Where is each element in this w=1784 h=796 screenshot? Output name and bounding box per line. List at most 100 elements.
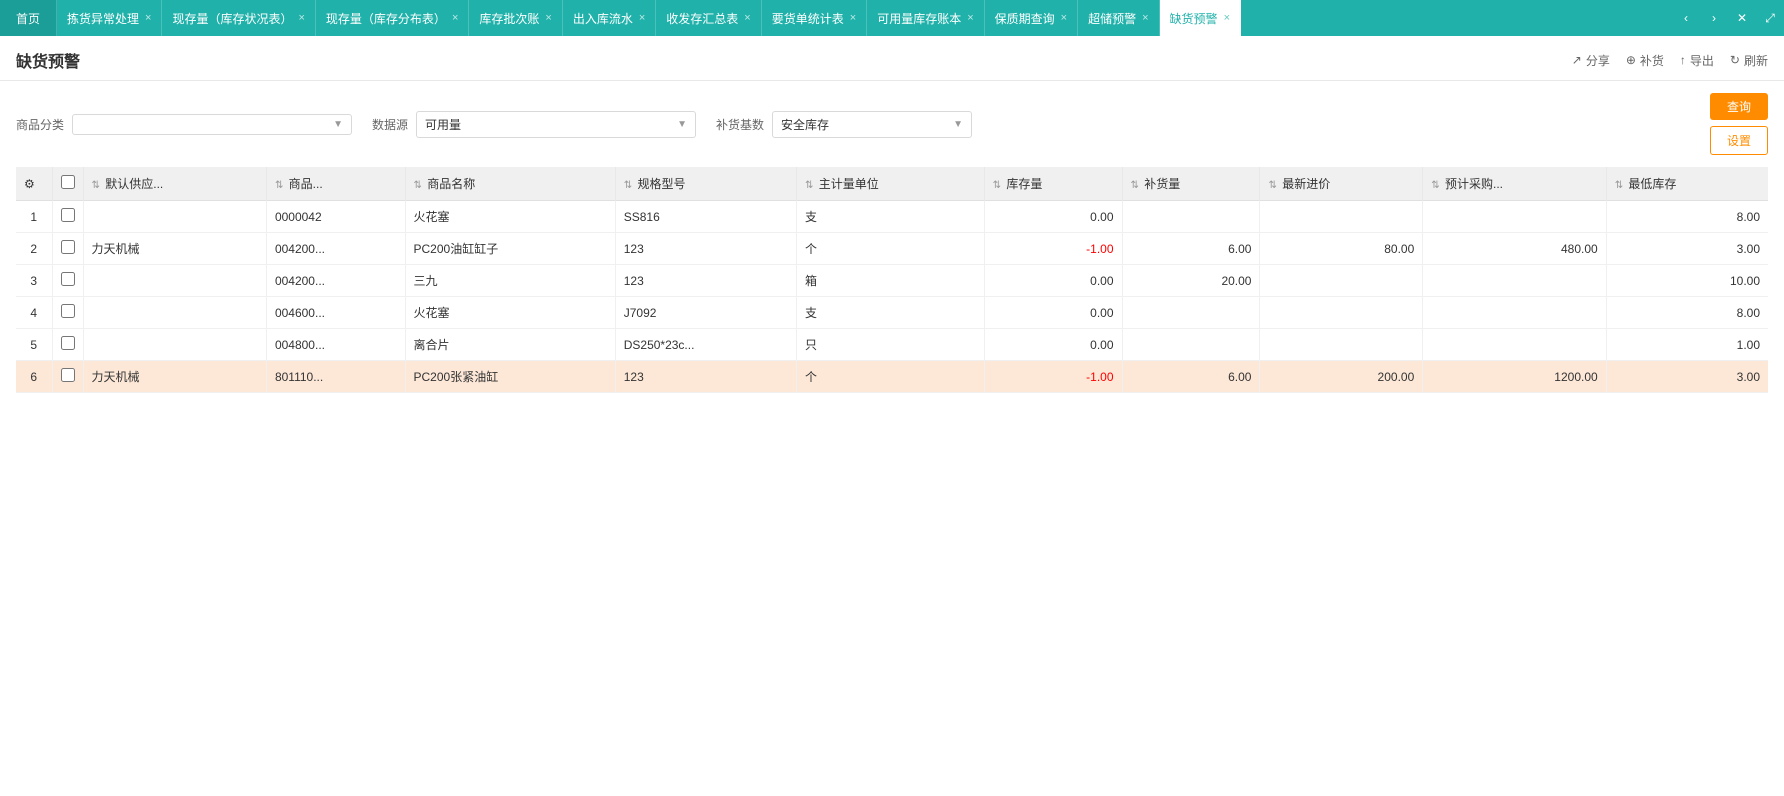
col-min-inventory[interactable]: ⇅ 最低库存 — [1606, 167, 1768, 201]
filter-category-select[interactable]: ▼ — [72, 114, 352, 135]
filter-category-arrow-icon: ▼ — [333, 119, 343, 130]
row-replenish-2: 20.00 — [1122, 265, 1260, 297]
replenish-button[interactable]: ⊕ 补货 — [1626, 52, 1664, 69]
row-price-0 — [1260, 201, 1423, 233]
filter-datasource-select[interactable]: 可用量 ▼ — [416, 111, 696, 138]
tab-expiry-query[interactable]: 保质期查询 × — [985, 0, 1078, 36]
tab-shortage-close[interactable]: × — [1224, 12, 1230, 24]
tab-exception[interactable]: 拣货异常处理 × — [57, 0, 162, 36]
col-inventory[interactable]: ⇅ 库存量 — [984, 167, 1122, 201]
tab-overstock[interactable]: 超储预警 × — [1078, 0, 1159, 36]
row-checkbox-5[interactable] — [52, 361, 83, 393]
table-container: ⚙ ⇅ 默认供应... ⇅ 商品... ⇅ 商品名称 — [0, 167, 1784, 393]
tab-exception-close[interactable]: × — [145, 12, 151, 24]
tab-inout-flow[interactable]: 出入库流水 × — [563, 0, 656, 36]
tab-maximize-btn[interactable]: ⤢ — [1756, 11, 1784, 26]
page-container: 缺货预警 ↗ 分享 ⊕ 补货 ↑ 导出 ↻ 刷新 商品分类 — [0, 36, 1784, 796]
select-all-checkbox[interactable] — [61, 175, 75, 189]
tab-exception-label: 拣货异常处理 — [67, 10, 139, 27]
tab-recv-summary-close[interactable]: × — [744, 12, 750, 24]
filter-datasource-arrow-icon: ▼ — [677, 119, 687, 130]
row-price-1: 80.00 — [1260, 233, 1423, 265]
tab-order-stats-close[interactable]: × — [850, 12, 856, 24]
col-unit-label: 主计量单位 — [819, 177, 879, 191]
tab-batch-account[interactable]: 库存批次账 × — [469, 0, 562, 36]
row-no-5: 6 — [16, 361, 52, 393]
col-spec[interactable]: ⇅ 规格型号 — [615, 167, 796, 201]
col-estimated-purchase[interactable]: ⇅ 预计采购... — [1423, 167, 1606, 201]
tab-prev-btn[interactable]: ‹ — [1672, 11, 1700, 25]
export-button[interactable]: ↑ 导出 — [1680, 52, 1714, 69]
filter-right-buttons: 查询 设置 — [1710, 93, 1768, 155]
row-replenish-4 — [1122, 329, 1260, 361]
col-product-name[interactable]: ⇅ 商品名称 — [405, 167, 615, 201]
query-button[interactable]: 查询 — [1710, 93, 1768, 120]
row-checkbox-3[interactable] — [52, 297, 83, 329]
col-product-code[interactable]: ⇅ 商品... — [266, 167, 405, 201]
col-unit[interactable]: ⇅ 主计量单位 — [797, 167, 985, 201]
tab-close-all-btn[interactable]: ✕ — [1728, 11, 1756, 25]
table-row: 4 004600... 火花塞 J7092 支 0.00 8.00 — [16, 297, 1768, 329]
tab-inout-flow-close[interactable]: × — [639, 12, 645, 24]
row-select-checkbox-1[interactable] — [61, 240, 75, 254]
row-inventory-2: 0.00 — [984, 265, 1122, 297]
row-unit-0: 支 — [797, 201, 985, 233]
col-gear[interactable]: ⚙ — [16, 167, 52, 201]
row-code-4: 004800... — [266, 329, 405, 361]
row-estimated-5: 1200.00 — [1423, 361, 1606, 393]
share-button[interactable]: ↗ 分享 — [1572, 52, 1610, 69]
data-table: ⚙ ⇅ 默认供应... ⇅ 商品... ⇅ 商品名称 — [16, 167, 1768, 393]
filter-replenish-basis-select[interactable]: 安全库存 ▼ — [772, 111, 972, 138]
row-price-5: 200.00 — [1260, 361, 1423, 393]
col-replenish-qty[interactable]: ⇅ 补货量 — [1122, 167, 1260, 201]
row-estimated-0 — [1423, 201, 1606, 233]
row-select-checkbox-0[interactable] — [61, 208, 75, 222]
table-row: 6 力天机械 801110... PC200张紧油缸 123 个 -1.00 6… — [16, 361, 1768, 393]
row-min-inventory-1: 3.00 — [1606, 233, 1768, 265]
filter-area: 商品分类 ▼ 数据源 可用量 ▼ 补货基数 安全库存 ▼ 查询 设置 — [0, 81, 1784, 167]
row-select-checkbox-3[interactable] — [61, 304, 75, 318]
row-code-2: 004200... — [266, 265, 405, 297]
table-row: 2 力天机械 004200... PC200油缸缸子 123 个 -1.00 6… — [16, 233, 1768, 265]
tab-batch-account-close[interactable]: × — [545, 12, 551, 24]
refresh-button[interactable]: ↻ 刷新 — [1730, 52, 1768, 69]
filter-replenish-basis-label: 补货基数 — [716, 116, 764, 133]
table-row: 1 0000042 火花塞 SS816 支 0.00 8.00 — [16, 201, 1768, 233]
tab-inventory-dist[interactable]: 现存量（库存分布表） × — [316, 0, 469, 36]
tab-available-ledger-close[interactable]: × — [967, 12, 973, 24]
tab-expiry-query-close[interactable]: × — [1061, 12, 1067, 24]
row-select-checkbox-4[interactable] — [61, 336, 75, 350]
tab-home[interactable]: 首页 — [0, 0, 57, 36]
tab-next-btn[interactable]: › — [1700, 11, 1728, 25]
filter-replenish-basis-value: 安全库存 — [781, 116, 829, 133]
row-checkbox-2[interactable] — [52, 265, 83, 297]
tab-order-stats[interactable]: 要货单统计表 × — [762, 0, 867, 36]
page-header: 缺货预警 ↗ 分享 ⊕ 补货 ↑ 导出 ↻ 刷新 — [0, 36, 1784, 81]
setting-button[interactable]: 设置 — [1710, 126, 1768, 155]
row-select-checkbox-2[interactable] — [61, 272, 75, 286]
row-name-2: 三九 — [405, 265, 615, 297]
tab-inventory-dist-close[interactable]: × — [452, 12, 458, 24]
row-unit-4: 只 — [797, 329, 985, 361]
row-checkbox-0[interactable] — [52, 201, 83, 233]
tab-home-label: 首页 — [16, 10, 40, 27]
col-default-supplier[interactable]: ⇅ 默认供应... — [83, 167, 266, 201]
row-checkbox-4[interactable] — [52, 329, 83, 361]
tab-shortage[interactable]: 缺货预警 × — [1160, 0, 1241, 36]
share-label: 分享 — [1586, 52, 1610, 69]
tab-batch-account-label: 库存批次账 — [479, 10, 539, 27]
row-select-checkbox-5[interactable] — [61, 368, 75, 382]
row-checkbox-1[interactable] — [52, 233, 83, 265]
tab-inventory-status[interactable]: 现存量（库存状况表） × — [162, 0, 315, 36]
tab-inventory-status-close[interactable]: × — [298, 12, 304, 24]
sort-name-icon: ⇅ — [414, 180, 422, 191]
row-inventory-4: 0.00 — [984, 329, 1122, 361]
header-actions: ↗ 分享 ⊕ 补货 ↑ 导出 ↻ 刷新 — [1572, 52, 1768, 69]
row-price-3 — [1260, 297, 1423, 329]
col-latest-price[interactable]: ⇅ 最新进价 — [1260, 167, 1423, 201]
tab-recv-summary[interactable]: 收发存汇总表 × — [656, 0, 761, 36]
refresh-label: 刷新 — [1744, 52, 1768, 69]
tab-available-ledger[interactable]: 可用量库存账本 × — [867, 0, 984, 36]
row-no-2: 3 — [16, 265, 52, 297]
tab-overstock-close[interactable]: × — [1142, 12, 1148, 24]
